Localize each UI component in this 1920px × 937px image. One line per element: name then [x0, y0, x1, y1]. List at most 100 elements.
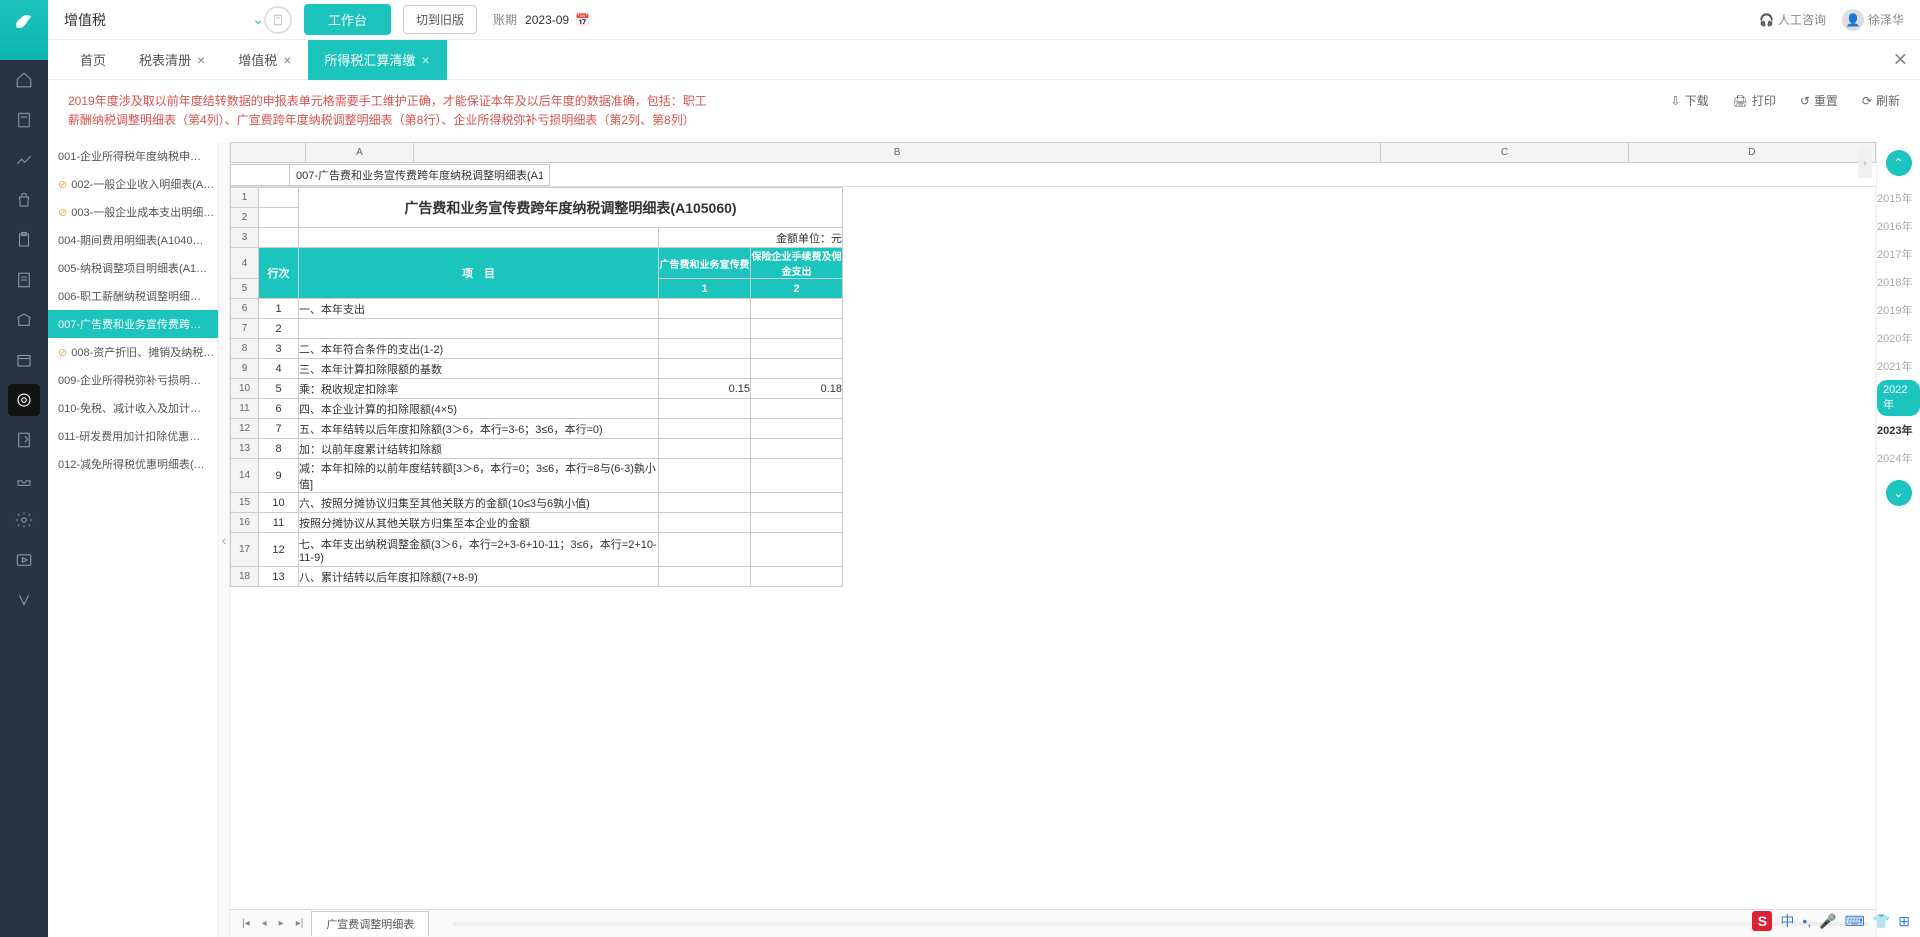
sheet-tab[interactable]: 广宣费调整明细表 [311, 911, 429, 936]
row-header[interactable]: 7 [231, 319, 259, 339]
download-button[interactable]: ⇩下载 [1671, 92, 1709, 109]
year-option[interactable]: 2020年 [1877, 324, 1920, 352]
year-option[interactable]: 2019年 [1877, 296, 1920, 324]
cell-reference-box[interactable] [230, 164, 290, 186]
year-option[interactable]: 2024年 [1877, 444, 1920, 472]
seq-cell[interactable]: 11 [259, 513, 299, 533]
col-header-C[interactable]: C [1381, 143, 1628, 163]
sheet-nav-next[interactable]: ▸ [275, 918, 288, 929]
close-all-tabs-icon[interactable]: ✕ [1893, 49, 1908, 70]
value-cell-d[interactable] [751, 533, 843, 567]
row-header[interactable]: 10 [231, 379, 259, 399]
nav-bag-icon[interactable] [8, 184, 40, 216]
ime-lang[interactable]: 中 [1780, 911, 1794, 931]
value-cell-d[interactable] [751, 399, 843, 419]
tab-税表清册[interactable]: 税表清册× [123, 40, 222, 80]
value-cell-d[interactable] [751, 339, 843, 359]
project-cell[interactable]: 四、本企业计算的扣除限额(4×5) [299, 399, 659, 419]
year-option[interactable]: 2016年 [1877, 212, 1920, 240]
nav-clipboard-icon[interactable] [8, 224, 40, 256]
project-cell[interactable]: 二、本年符合条件的支出(1-2) [299, 339, 659, 359]
seq-cell[interactable]: 2 [259, 319, 299, 339]
value-cell-d[interactable]: 0.18 [751, 379, 843, 399]
row-header[interactable]: 16 [231, 513, 259, 533]
value-cell-d[interactable] [751, 299, 843, 319]
value-cell-d[interactable] [751, 319, 843, 339]
value-cell-c[interactable] [659, 513, 751, 533]
ime-logo-icon[interactable]: S [1752, 911, 1772, 931]
row-header[interactable]: 11 [231, 399, 259, 419]
workspace-button[interactable]: 工作台 [304, 4, 391, 35]
project-cell[interactable]: 七、本年支出纳税调整金额(3＞6，本行=2+3-6+10-11；3≤6，本行=2… [299, 533, 659, 567]
value-cell-c[interactable] [659, 459, 751, 493]
value-cell-c[interactable] [659, 419, 751, 439]
value-cell-d[interactable] [751, 567, 843, 587]
sheet-nav-first[interactable]: |◂ [238, 918, 254, 929]
value-cell-c[interactable] [659, 493, 751, 513]
value-cell-d[interactable] [751, 419, 843, 439]
seq-cell[interactable]: 6 [259, 399, 299, 419]
project-cell[interactable]: 五、本年结转以后年度扣除额(3＞6，本行=3-6；3≤6，本行=0) [299, 419, 659, 439]
value-cell-d[interactable] [751, 359, 843, 379]
sheet-nav-prev[interactable]: ◂ [258, 918, 271, 929]
sidebar-item[interactable]: 010-免税、减计收入及加计… [48, 394, 218, 422]
nav-play-icon[interactable] [8, 544, 40, 576]
sheet-nav-last[interactable]: ▸| [292, 918, 308, 929]
seq-cell[interactable]: 13 [259, 567, 299, 587]
ime-punct-icon[interactable]: •, [1802, 913, 1811, 929]
sidebar-item[interactable]: ⊘008-资产折旧、摊销及纳税… [48, 338, 218, 366]
value-cell-c[interactable] [659, 567, 751, 587]
row-header[interactable]: 12 [231, 419, 259, 439]
sidebar-item[interactable]: ⊘002-一般企业收入明细表(A… [48, 170, 218, 198]
sidebar-item[interactable]: 001-企业所得税年度纳税申… [48, 142, 218, 170]
nav-tax-icon[interactable] [8, 384, 40, 416]
project-cell[interactable]: 一、本年支出 [299, 299, 659, 319]
seq-cell[interactable]: 7 [259, 419, 299, 439]
row-header[interactable]: 15 [231, 493, 259, 513]
sidebar-item[interactable]: 007-广告费和业务宣传费跨… [48, 310, 218, 338]
nav-v-icon[interactable] [8, 584, 40, 616]
year-option[interactable]: 2022年 [1877, 380, 1920, 416]
value-cell-c[interactable] [659, 359, 751, 379]
value-cell-c[interactable] [659, 319, 751, 339]
row-header[interactable]: 9 [231, 359, 259, 379]
year-scroll-up-icon[interactable]: ⌃ [1886, 150, 1912, 176]
value-cell-c[interactable] [659, 399, 751, 419]
value-cell-c[interactable] [659, 533, 751, 567]
value-cell-c[interactable] [659, 339, 751, 359]
sidebar-item[interactable]: 004-期间费用明细表(A1040… [48, 226, 218, 254]
expand-panel-icon[interactable]: › [1858, 148, 1872, 178]
ime-tool-icon[interactable]: ⊞ [1898, 913, 1910, 930]
nav-chart-icon[interactable] [8, 144, 40, 176]
note-button[interactable] [264, 6, 292, 34]
value-cell-c[interactable] [659, 299, 751, 319]
row-header[interactable]: 8 [231, 339, 259, 359]
sidebar-item[interactable]: ⊘003-一般企业成本支出明细… [48, 198, 218, 226]
calendar-icon[interactable]: 📅 [575, 13, 590, 27]
sidebar-item[interactable]: 006-职工薪酬纳税调整明细… [48, 282, 218, 310]
seq-cell[interactable]: 4 [259, 359, 299, 379]
nav-inbox-icon[interactable] [8, 464, 40, 496]
year-option[interactable]: 2023年 [1877, 416, 1920, 444]
value-cell-c[interactable] [659, 439, 751, 459]
formula-input[interactable] [290, 164, 550, 186]
support-link[interactable]: 🎧 人工咨询 [1759, 11, 1826, 28]
ime-skin-icon[interactable]: 👕 [1873, 913, 1890, 930]
value-cell-d[interactable] [751, 513, 843, 533]
value-cell-d[interactable] [751, 459, 843, 493]
sidebar-item[interactable]: 012-减免所得税优惠明细表(… [48, 450, 218, 478]
sidebar-item[interactable]: 011-研发费用加计扣除优惠… [48, 422, 218, 450]
close-icon[interactable]: × [421, 52, 429, 68]
col-header-B[interactable]: B [413, 143, 1381, 163]
horizontal-scrollbar[interactable] [453, 919, 1868, 929]
reset-button[interactable]: ↺重置 [1800, 92, 1838, 109]
project-cell[interactable]: 按照分摊协议从其他关联方归集至本企业的金额 [299, 513, 659, 533]
tab-首页[interactable]: 首页 [64, 40, 123, 80]
close-icon[interactable]: × [197, 52, 205, 68]
nav-gear-icon[interactable] [8, 504, 40, 536]
col-header-A[interactable]: A [306, 143, 414, 163]
row-header[interactable]: 17 [231, 533, 259, 567]
project-cell[interactable]: 三、本年计算扣除限额的基数 [299, 359, 659, 379]
row-header[interactable]: 18 [231, 567, 259, 587]
project-cell[interactable] [299, 319, 659, 339]
